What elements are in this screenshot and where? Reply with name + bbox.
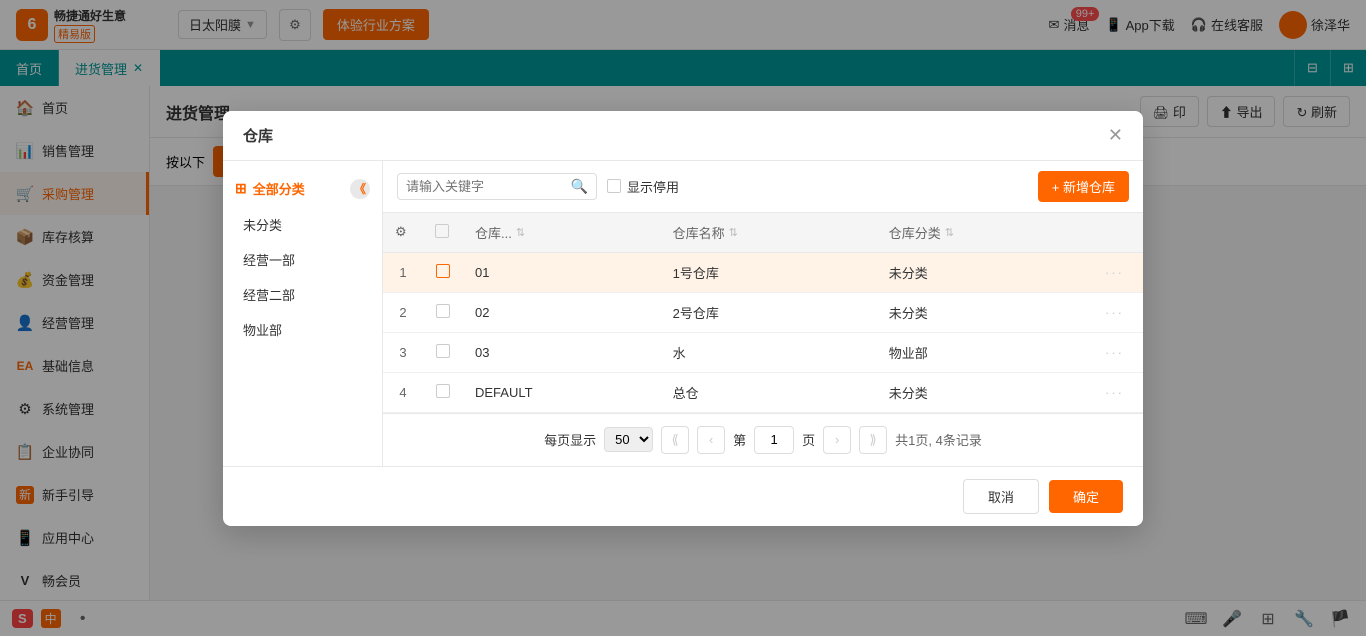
row-category: 未分类: [877, 292, 1093, 332]
all-category-label: 全部分类: [253, 179, 305, 198]
row-number: 4: [383, 372, 423, 412]
row-name: 1号仓库: [661, 252, 877, 292]
grid-icon: ⊞: [235, 180, 247, 197]
row-number: 1: [383, 252, 423, 292]
show-disabled-label[interactable]: 显示停用: [607, 177, 679, 196]
table-header-row: ⚙ 仓库... ⇅: [383, 213, 1143, 253]
page-size-label: 每页显示: [544, 430, 596, 449]
th-category[interactable]: 仓库分类 ⇅: [877, 213, 1093, 253]
row-number: 3: [383, 332, 423, 372]
modal-main-content: 🔍 显示停用 + 新增仓库 ⚙: [383, 161, 1143, 466]
row-more[interactable]: ···: [1093, 332, 1143, 372]
more-icon[interactable]: ···: [1105, 265, 1124, 280]
collapse-button[interactable]: 《: [350, 179, 370, 199]
row-name: 水: [661, 332, 877, 372]
search-input[interactable]: [406, 179, 565, 194]
category-property[interactable]: 物业部: [223, 312, 382, 347]
modal-category-all[interactable]: ⊞ 全部分类 《: [223, 171, 382, 207]
sort-icon: ⇅: [945, 226, 954, 239]
modal-toolbar: 🔍 显示停用 + 新增仓库: [383, 161, 1143, 213]
modal-pagination: 每页显示 50 ⟪ ‹ 第 页 › ⟫ 共1页, 4条记录: [383, 413, 1143, 466]
row-name: 2号仓库: [661, 292, 877, 332]
row-select-checkbox[interactable]: [436, 264, 450, 278]
more-icon[interactable]: ···: [1105, 305, 1124, 320]
row-checkbox[interactable]: [423, 372, 463, 412]
row-number: 2: [383, 292, 423, 332]
row-code: DEFAULT: [463, 372, 661, 412]
th-code[interactable]: 仓库... ⇅: [463, 213, 661, 253]
th-name[interactable]: 仓库名称 ⇅: [661, 213, 877, 253]
row-checkbox[interactable]: [423, 252, 463, 292]
modal-body: ⊞ 全部分类 《 未分类 经营一部 经营二部 物业部 🔍: [223, 161, 1143, 466]
cancel-button[interactable]: 取消: [963, 479, 1039, 514]
table-row[interactable]: 1 01 1号仓库 未分类 ···: [383, 252, 1143, 292]
row-category: 物业部: [877, 332, 1093, 372]
search-icon: 🔍: [571, 178, 588, 195]
sort-icon: ⇅: [729, 226, 738, 239]
row-checkbox[interactable]: [423, 332, 463, 372]
row-code: 03: [463, 332, 661, 372]
category-ops1[interactable]: 经营一部: [223, 242, 382, 277]
table-row[interactable]: 4 DEFAULT 总仓 未分类 ···: [383, 372, 1143, 412]
sort-icon: ⇅: [516, 226, 525, 239]
page-size-dropdown[interactable]: 50: [604, 427, 653, 452]
row-more[interactable]: ···: [1093, 252, 1143, 292]
row-more[interactable]: ···: [1093, 292, 1143, 332]
next-page-button[interactable]: ›: [823, 426, 851, 454]
table-row[interactable]: 2 02 2号仓库 未分类 ···: [383, 292, 1143, 332]
category-ops2[interactable]: 经营二部: [223, 277, 382, 312]
search-wrap: 🔍: [397, 173, 597, 200]
table-row[interactable]: 3 03 水 物业部 ···: [383, 332, 1143, 372]
warehouse-modal: 仓库 ✕ ⊞ 全部分类 《 未分类 经营一部 经营二部 物业部: [223, 111, 1143, 526]
row-select-checkbox[interactable]: [436, 304, 450, 318]
modal-footer: 取消 确定: [223, 466, 1143, 526]
row-code: 02: [463, 292, 661, 332]
modal-header: 仓库 ✕: [223, 111, 1143, 161]
new-warehouse-button[interactable]: + 新增仓库: [1038, 171, 1129, 202]
row-select-checkbox[interactable]: [436, 384, 450, 398]
th-actions: [1093, 213, 1143, 253]
modal-category-sidebar: ⊞ 全部分类 《 未分类 经营一部 经营二部 物业部: [223, 161, 383, 466]
more-icon[interactable]: ···: [1105, 385, 1124, 400]
page-number-input[interactable]: [754, 426, 794, 454]
page-size-select[interactable]: 50: [604, 427, 653, 452]
modal-title: 仓库: [243, 125, 273, 146]
more-icon[interactable]: ···: [1105, 345, 1124, 360]
page-total-info: 共1页, 4条记录: [895, 430, 982, 449]
first-page-button[interactable]: ⟪: [661, 426, 689, 454]
confirm-button[interactable]: 确定: [1049, 480, 1123, 513]
row-name: 总仓: [661, 372, 877, 412]
row-select-checkbox[interactable]: [436, 344, 450, 358]
th-settings: ⚙: [383, 213, 423, 253]
row-category: 未分类: [877, 252, 1093, 292]
row-checkbox[interactable]: [423, 292, 463, 332]
last-page-button[interactable]: ⟫: [859, 426, 887, 454]
select-all-checkbox[interactable]: [435, 224, 449, 238]
modal-close-button[interactable]: ✕: [1108, 125, 1123, 146]
row-category: 未分类: [877, 372, 1093, 412]
row-code: 01: [463, 252, 661, 292]
th-checkbox[interactable]: [423, 213, 463, 253]
category-unclassified[interactable]: 未分类: [223, 207, 382, 242]
modal-table: ⚙ 仓库... ⇅: [383, 213, 1143, 413]
show-disabled-checkbox[interactable]: [607, 179, 621, 193]
prev-page-button[interactable]: ‹: [697, 426, 725, 454]
row-more[interactable]: ···: [1093, 372, 1143, 412]
modal-backdrop: 仓库 ✕ ⊞ 全部分类 《 未分类 经营一部 经营二部 物业部: [0, 0, 1366, 636]
settings-col-icon: ⚙: [395, 224, 407, 239]
